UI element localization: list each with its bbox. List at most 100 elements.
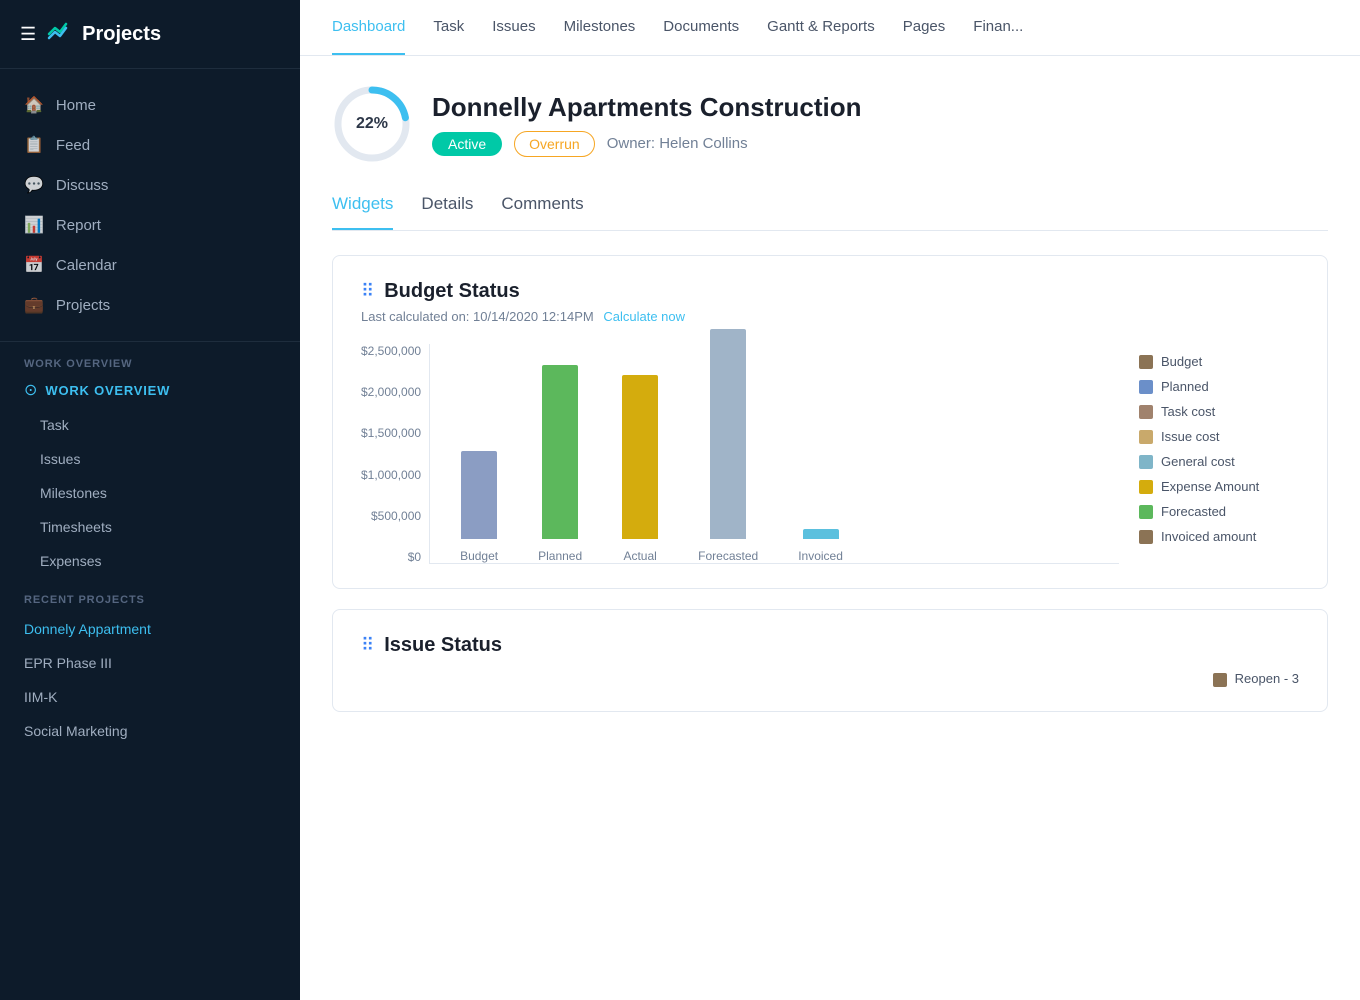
y-label-1000k: $1,000,000 [361, 468, 421, 482]
sidebar-item-label: Projects [56, 297, 110, 314]
sidebar-recent-iim[interactable]: IIM-K [0, 680, 300, 714]
legend-color-general-cost [1139, 455, 1153, 469]
sidebar-recent-donnely[interactable]: Donnely Appartment [0, 612, 300, 646]
sidebar-recent-social[interactable]: Social Marketing [0, 714, 300, 748]
legend-label-forecasted: Forecasted [1161, 504, 1226, 519]
sidebar-app-title: Projects [82, 23, 161, 46]
bar-actual: Actual [622, 375, 658, 563]
calculate-now-link[interactable]: Calculate now [603, 309, 685, 324]
work-overview-label: WORK OVERVIEW [0, 342, 300, 376]
project-title: Donnelly Apartments Construction [432, 92, 862, 123]
legend-color-planned [1139, 380, 1153, 394]
bar-chart-wrapper: $2,500,000 $2,000,000 $1,500,000 $1,000,… [361, 344, 1119, 564]
nav-gantt[interactable]: Gantt & Reports [767, 0, 875, 55]
y-label-500k: $500,000 [371, 509, 421, 523]
sidebar-recent-epr[interactable]: EPR Phase III [0, 646, 300, 680]
legend-planned: Planned [1139, 379, 1299, 394]
issue-grid-icon: ⠿ [361, 635, 374, 656]
y-label-1500k: $1,500,000 [361, 426, 421, 440]
bar-forecasted: Forecasted [698, 329, 758, 563]
nav-finan[interactable]: Finan... [973, 0, 1023, 55]
bar-forecasted-label: Forecasted [698, 549, 758, 563]
reopen-label: Reopen - 3 [1235, 671, 1299, 687]
sidebar-item-home[interactable]: 🏠 Home [0, 85, 300, 125]
tab-details[interactable]: Details [421, 188, 473, 230]
budget-status-widget: ⠿ Budget Status Last calculated on: 10/1… [332, 255, 1328, 589]
legend-label-budget: Budget [1161, 354, 1202, 369]
hamburger-icon[interactable]: ☰ [20, 24, 36, 45]
legend-invoiced-amount: Invoiced amount [1139, 529, 1299, 544]
legend-label-expense-amount: Expense Amount [1161, 479, 1259, 494]
issue-widget-title: Issue Status [384, 634, 502, 657]
legend-label-planned: Planned [1161, 379, 1209, 394]
project-info: Donnelly Apartments Construction Active … [432, 92, 862, 157]
project-header: 22% Donnelly Apartments Construction Act… [332, 84, 1328, 164]
legend-color-budget [1139, 355, 1153, 369]
sidebar-sub-timesheets[interactable]: Timesheets [0, 510, 300, 544]
sidebar-nav: 🏠 Home 📋 Feed 💬 Discuss 📊 Report 📅 Calen… [0, 69, 300, 341]
discuss-icon: 💬 [24, 175, 44, 195]
legend-label-issue-cost: Issue cost [1161, 429, 1220, 444]
bar-budget-label: Budget [460, 549, 498, 563]
sidebar-sub-issues[interactable]: Issues [0, 442, 300, 476]
bar-forecasted-fill [710, 329, 746, 539]
sidebar-sub-milestones[interactable]: Milestones [0, 476, 300, 510]
progress-ring: 22% [332, 84, 412, 164]
page-content: 22% Donnelly Apartments Construction Act… [300, 56, 1360, 1000]
work-overview-header: WORK OVERVIEW [45, 383, 170, 398]
tab-widgets[interactable]: Widgets [332, 188, 393, 230]
legend-color-forecasted [1139, 505, 1153, 519]
sidebar-item-label: Home [56, 97, 96, 114]
sidebar-item-label: Report [56, 217, 101, 234]
sidebar-sub-task[interactable]: Task [0, 408, 300, 442]
nav-milestones[interactable]: Milestones [564, 0, 636, 55]
y-label-2500k: $2,500,000 [361, 344, 421, 358]
tab-comments[interactable]: Comments [501, 188, 583, 230]
nav-documents[interactable]: Documents [663, 0, 739, 55]
sidebar-item-report[interactable]: 📊 Report [0, 205, 300, 245]
bar-budget: Budget [460, 451, 498, 563]
issue-widget-header: ⠿ Issue Status [361, 634, 1299, 657]
legend-color-expense-amount [1139, 480, 1153, 494]
sidebar: ☰ Projects 🏠 Home 📋 Feed 💬 Discuss 📊 Rep… [0, 0, 300, 1000]
nav-dashboard[interactable]: Dashboard [332, 0, 405, 55]
work-overview-icon: ⊙ [24, 380, 37, 400]
bar-invoiced-fill [803, 529, 839, 539]
sidebar-item-feed[interactable]: 📋 Feed [0, 125, 300, 165]
y-label-0: $0 [408, 550, 421, 564]
active-badge: Active [432, 132, 502, 156]
budget-widget-header: ⠿ Budget Status [361, 280, 1299, 303]
reopen-color-swatch [1213, 673, 1227, 687]
sidebar-item-projects[interactable]: 💼 Projects [0, 285, 300, 325]
sidebar-item-label: Feed [56, 137, 90, 154]
calendar-icon: 📅 [24, 255, 44, 275]
sidebar-item-label: Discuss [56, 177, 109, 194]
budget-widget-title: Budget Status [384, 280, 520, 303]
budget-widget-subtitle: Last calculated on: 10/14/2020 12:14PM C… [361, 309, 1299, 324]
legend-label-general-cost: General cost [1161, 454, 1235, 469]
bar-actual-label: Actual [623, 549, 656, 563]
legend-budget: Budget [1139, 354, 1299, 369]
logo-icon [46, 18, 72, 50]
sidebar-sub-expenses[interactable]: Expenses [0, 544, 300, 578]
bar-planned: Planned [538, 365, 582, 563]
sidebar-item-label: Calendar [56, 257, 117, 274]
home-icon: 🏠 [24, 95, 44, 115]
projects-icon: 💼 [24, 295, 44, 315]
bar-invoiced: Invoiced [798, 529, 843, 563]
recent-projects-label: RECENT PROJECTS [0, 578, 300, 612]
owner-text: Owner: Helen Collins [607, 135, 748, 152]
legend-general-cost: General cost [1139, 454, 1299, 469]
overrun-badge: Overrun [514, 131, 595, 157]
sidebar-item-calendar[interactable]: 📅 Calendar [0, 245, 300, 285]
sidebar-item-discuss[interactable]: 💬 Discuss [0, 165, 300, 205]
bar-invoiced-label: Invoiced [798, 549, 843, 563]
sidebar-header: ☰ Projects [0, 0, 300, 69]
legend-forecasted: Forecasted [1139, 504, 1299, 519]
project-badges: Active Overrun Owner: Helen Collins [432, 131, 862, 157]
nav-task[interactable]: Task [433, 0, 464, 55]
nav-issues[interactable]: Issues [492, 0, 535, 55]
progress-label: 22% [356, 115, 388, 133]
feed-icon: 📋 [24, 135, 44, 155]
nav-pages[interactable]: Pages [903, 0, 946, 55]
